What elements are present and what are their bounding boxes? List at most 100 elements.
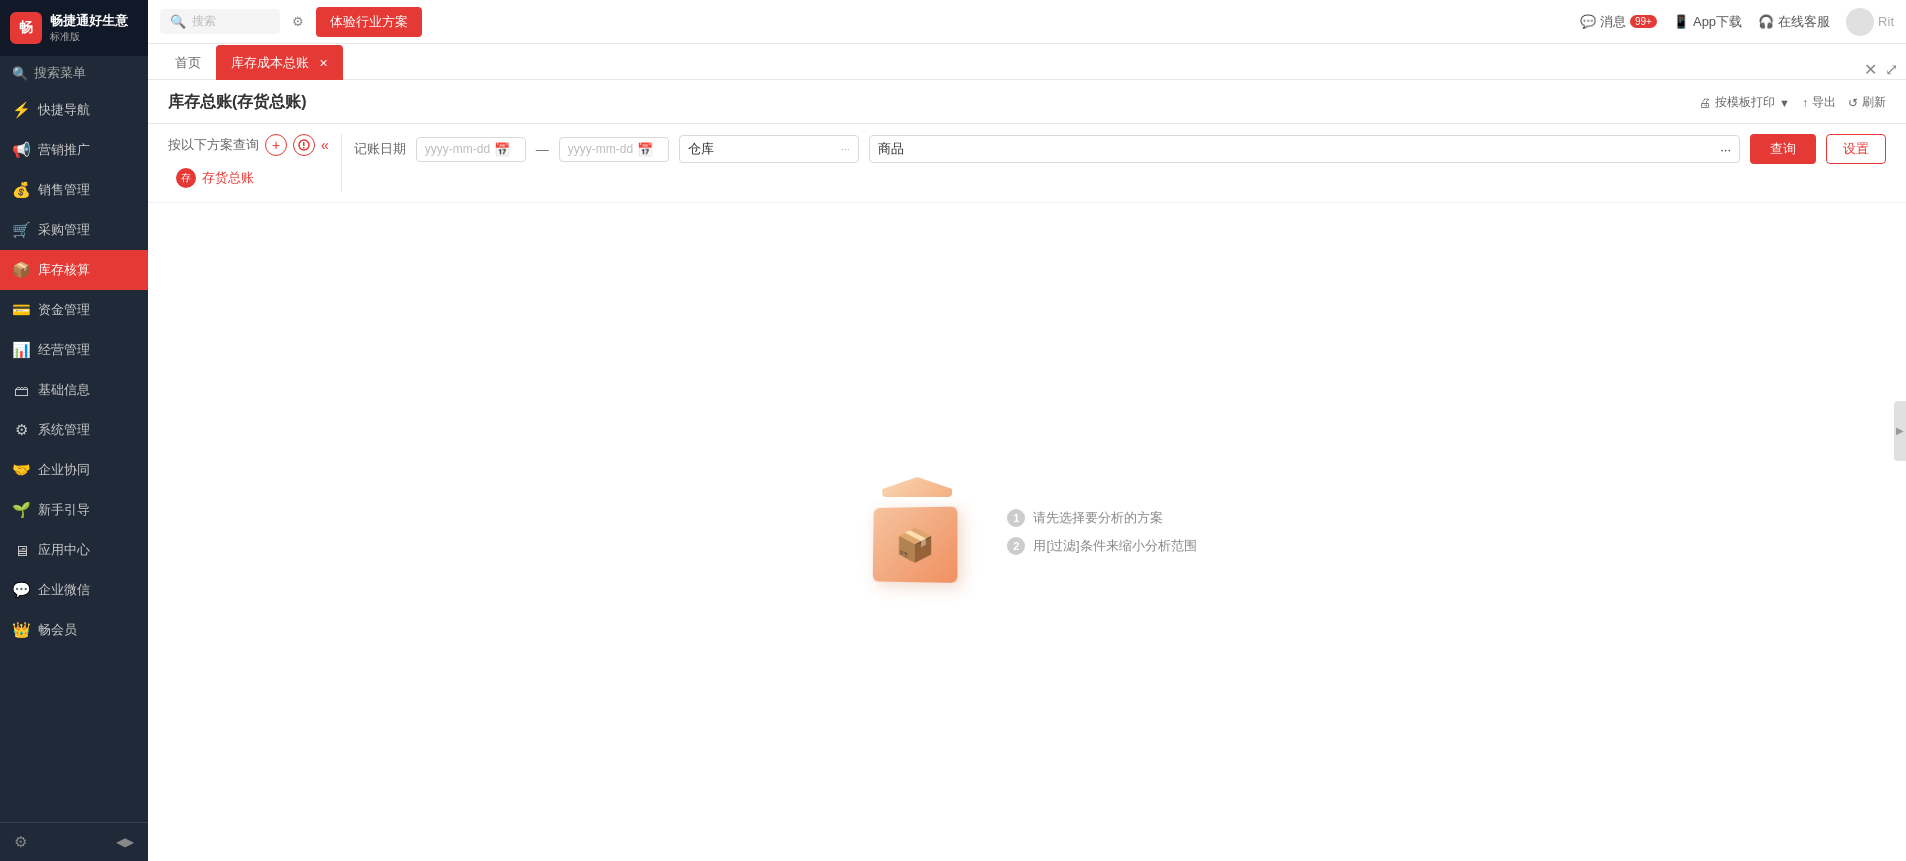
collapse-filter-btn[interactable]: «: [321, 137, 329, 153]
warehouse-select[interactable]: 仓库 ···: [679, 135, 859, 163]
dropdown-icon: ▼: [1779, 97, 1790, 109]
sidebar-item-sales[interactable]: 💰 销售管理: [0, 170, 148, 210]
calendar-start-icon[interactable]: 📅: [494, 142, 510, 157]
sales-icon: 💰: [12, 181, 30, 199]
svg-rect-2: [303, 147, 305, 149]
page-header: 库存总账(存货总账) 🖨 按模板打印 ▼ ↑ 导出 ↺ 刷新: [148, 80, 1906, 124]
system-icon: ⚙: [12, 421, 30, 439]
hint-text-1: 请先选择要分析的方案: [1033, 509, 1163, 527]
message-btn[interactable]: 💬 消息 99+: [1580, 13, 1657, 31]
filter-label: 按以下方案查询: [168, 136, 259, 154]
tab-close-icon[interactable]: ✕: [319, 57, 328, 70]
sidebar-item-corpwx[interactable]: 💬 企业微信: [0, 570, 148, 610]
close-panel-btn[interactable]: ✕: [1864, 60, 1877, 79]
hint-num-1: 1: [1007, 509, 1025, 527]
export-btn[interactable]: ↑ 导出: [1802, 94, 1836, 111]
filter-area: 按以下方案查询 + « 存 存货总账 记账日期 yyyy-mm-dd: [148, 124, 1906, 202]
sidebar-item-finance[interactable]: 💳 资金管理: [0, 290, 148, 330]
right-panel-hint[interactable]: ▶: [1894, 401, 1906, 461]
topbar-left: 🔍 搜索 ⚙ 体验行业方案: [160, 7, 1572, 37]
print-template-btn[interactable]: 🖨 按模板打印 ▼: [1699, 94, 1790, 111]
filter-add-btn[interactable]: +: [265, 134, 287, 156]
topbar: 🔍 搜索 ⚙ 体验行业方案 💬 消息 99+ 📱 App下载 🎧 在线客服: [148, 0, 1906, 44]
date-label: 记账日期: [354, 140, 406, 158]
date-start-input[interactable]: yyyy-mm-dd 📅: [416, 137, 526, 162]
avatar: [1846, 8, 1874, 36]
topbar-search-placeholder: 搜索: [192, 13, 216, 30]
appcenter-icon: 🖥: [12, 542, 30, 559]
empty-state: 📦 1 请先选择要分析的方案 2 用[过滤]条件来缩小分析范围: [148, 203, 1906, 861]
settings-filter-btn[interactable]: 设置: [1826, 134, 1886, 164]
refresh-btn[interactable]: ↺ 刷新: [1848, 94, 1886, 111]
filter-schema-item[interactable]: 存 存货总账: [168, 164, 329, 192]
sidebar-item-system[interactable]: ⚙ 系统管理: [0, 410, 148, 450]
basic-icon: 🗃: [12, 382, 30, 399]
purchase-icon: 🛒: [12, 221, 30, 239]
hint-text-2: 用[过滤]条件来缩小分析范围: [1033, 537, 1196, 555]
settings-footer-icon[interactable]: ⚙: [14, 833, 27, 851]
goods-select[interactable]: 商品 ···: [869, 135, 1740, 163]
filter-schema-section: 按以下方案查询 + « 存 存货总账: [168, 134, 342, 192]
sidebar-item-appcenter[interactable]: 🖥 应用中心: [0, 530, 148, 570]
sidebar-footer: ⚙ ◀▶: [0, 822, 148, 861]
sidebar: 畅 畅捷通好生意 标准版 🔍 搜索菜单 ⚡ 快捷导航 📢 营销推广 💰 销售管理…: [0, 0, 148, 861]
filter-config-btn[interactable]: [293, 134, 315, 156]
page-title: 库存总账(存货总账): [168, 92, 307, 113]
sidebar-item-operation[interactable]: 📊 经营管理: [0, 330, 148, 370]
empty-hint-1: 1 请先选择要分析的方案: [1007, 509, 1196, 527]
page-header-actions: 🖨 按模板打印 ▼ ↑ 导出 ↺ 刷新: [1699, 94, 1886, 111]
sidebar-item-basic[interactable]: 🗃 基础信息: [0, 370, 148, 410]
logo-icon: 畅: [10, 12, 42, 44]
expand-icon[interactable]: ⤢: [1885, 60, 1898, 79]
content: 库存总账(存货总账) 🖨 按模板打印 ▼ ↑ 导出 ↺ 刷新: [148, 80, 1906, 861]
user-menu[interactable]: Rit: [1846, 8, 1894, 36]
logo-text: 畅捷通好生意 标准版: [50, 12, 128, 44]
hint-num-2: 2: [1007, 537, 1025, 555]
sidebar-item-cooperation[interactable]: 🤝 企业协同: [0, 450, 148, 490]
industry-btn[interactable]: 体验行业方案: [316, 7, 422, 37]
schema-label: 存货总账: [202, 169, 254, 187]
operation-icon: 📊: [12, 341, 30, 359]
newguide-icon: 🌱: [12, 501, 30, 519]
quicknav-icon: ⚡: [12, 101, 30, 119]
export-icon: ↑: [1802, 96, 1808, 110]
collapse-icon[interactable]: ◀▶: [116, 835, 134, 849]
svg-rect-1: [303, 142, 305, 146]
box-top: [882, 477, 952, 497]
inventory-icon: 📦: [12, 261, 30, 279]
sidebar-item-newguide[interactable]: 🌱 新手引导: [0, 490, 148, 530]
online-service-btn[interactable]: 🎧 在线客服: [1758, 13, 1830, 31]
tabbar: 首页 库存成本总账 ✕ ✕ ⤢: [148, 44, 1906, 80]
topbar-right: 💬 消息 99+ 📱 App下载 🎧 在线客服 Rit: [1580, 8, 1894, 36]
query-btn[interactable]: 查询: [1750, 134, 1816, 164]
empty-hints: 1 请先选择要分析的方案 2 用[过滤]条件来缩小分析范围: [1007, 509, 1196, 555]
app-download-btn[interactable]: 📱 App下载: [1673, 13, 1742, 31]
sidebar-item-purchase[interactable]: 🛒 采购管理: [0, 210, 148, 250]
sidebar-search[interactable]: 🔍 搜索菜单: [0, 56, 148, 90]
calendar-end-icon[interactable]: 📅: [637, 142, 653, 157]
main-area: 🔍 搜索 ⚙ 体验行业方案 💬 消息 99+ 📱 App下载 🎧 在线客服: [148, 0, 1906, 861]
phone-icon: 📱: [1673, 14, 1689, 29]
filter-fields-section: 记账日期 yyyy-mm-dd 📅 — yyyy-mm-dd 📅 仓库 ···: [354, 134, 1886, 164]
settings-icon[interactable]: ⚙: [288, 10, 308, 33]
refresh-icon: ↺: [1848, 96, 1858, 110]
print-icon: 🖨: [1699, 96, 1711, 110]
tab-home[interactable]: 首页: [160, 45, 216, 80]
schema-icon: 存: [176, 168, 196, 188]
corpwx-icon: 💬: [12, 581, 30, 599]
message-icon: 💬: [1580, 14, 1596, 29]
sidebar-item-inventory[interactable]: 📦 库存核算: [0, 250, 148, 290]
marketing-icon: 📢: [12, 141, 30, 159]
cooperation-icon: 🤝: [12, 461, 30, 479]
filter-row-date: 记账日期 yyyy-mm-dd 📅 — yyyy-mm-dd 📅 仓库 ···: [354, 134, 1886, 164]
page-header-top: 库存总账(存货总账) 🖨 按模板打印 ▼ ↑ 导出 ↺ 刷新: [168, 92, 1886, 113]
sidebar-item-quicknav[interactable]: ⚡ 快捷导航: [0, 90, 148, 130]
sidebar-item-member[interactable]: 👑 畅会员: [0, 610, 148, 650]
box-illustration: 📦: [873, 507, 958, 583]
date-end-input[interactable]: yyyy-mm-dd 📅: [559, 137, 669, 162]
sidebar-item-marketing[interactable]: 📢 营销推广: [0, 130, 148, 170]
tab-inventory-cost[interactable]: 库存成本总账 ✕: [216, 45, 343, 80]
topbar-search-icon: 🔍: [170, 14, 186, 29]
topbar-search-area[interactable]: 🔍 搜索: [160, 9, 280, 34]
empty-illustration: 📦: [857, 477, 977, 587]
